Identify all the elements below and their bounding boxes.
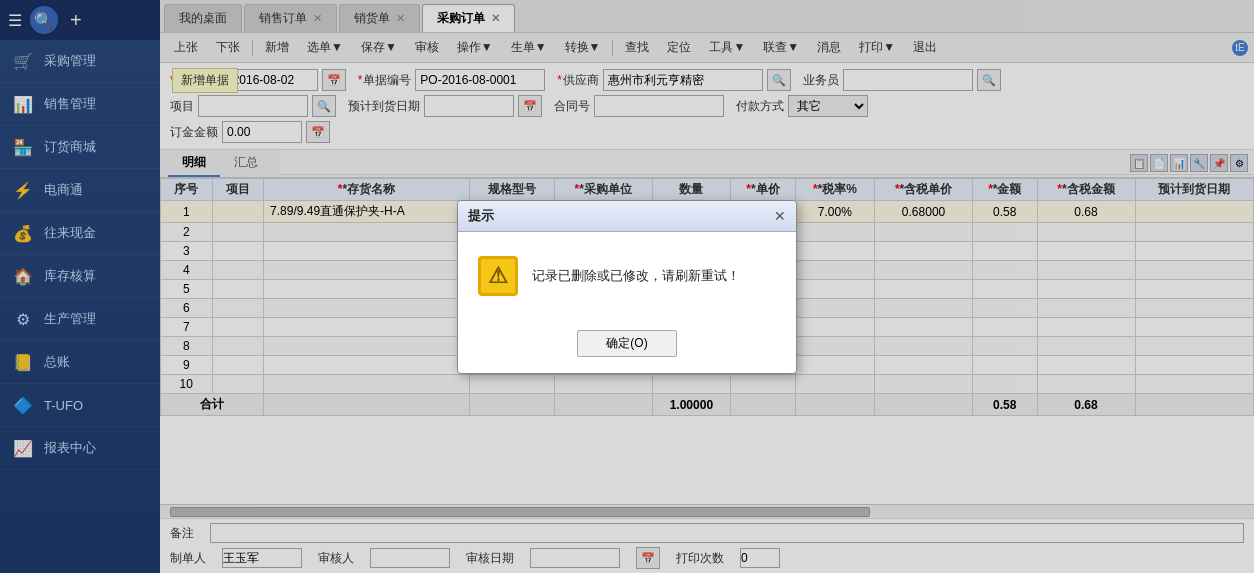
modal-title: 提示 [468, 207, 494, 225]
modal-body: ⚠ 记录已删除或已修改，请刷新重试！ [458, 232, 796, 320]
modal-close-btn[interactable]: ✕ [774, 208, 786, 224]
modal-header: 提示 ✕ [458, 201, 796, 232]
modal-overlay: 提示 ✕ ⚠ 记录已删除或已修改，请刷新重试！ 确定(O) [0, 0, 1254, 573]
warning-icon: ⚠ [478, 256, 518, 296]
modal-dialog: 提示 ✕ ⚠ 记录已删除或已修改，请刷新重试！ 确定(O) [457, 200, 797, 374]
modal-confirm-btn[interactable]: 确定(O) [577, 330, 676, 357]
modal-footer: 确定(O) [458, 320, 796, 373]
modal-message: 记录已删除或已修改，请刷新重试！ [532, 267, 740, 285]
